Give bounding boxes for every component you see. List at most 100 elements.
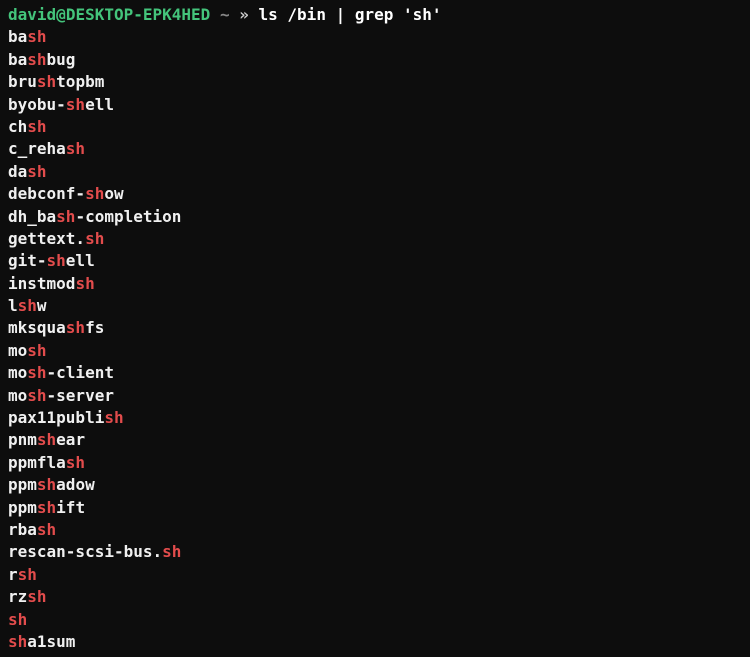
output-line: brushtopbm bbox=[8, 71, 742, 93]
grep-match: sh bbox=[27, 386, 46, 405]
output-text: mo bbox=[8, 363, 27, 382]
grep-match: sh bbox=[66, 95, 85, 114]
output-line: dh_bash-completion bbox=[8, 206, 742, 228]
output-text: byobu- bbox=[8, 95, 66, 114]
output-text: fs bbox=[85, 318, 104, 337]
output-text: ell bbox=[66, 251, 95, 270]
grep-match: sh bbox=[37, 72, 56, 91]
output-text: gettext. bbox=[8, 229, 85, 248]
output-text: ift bbox=[56, 498, 85, 517]
grep-match: sh bbox=[162, 542, 181, 561]
output-line: debconf-show bbox=[8, 183, 742, 205]
grep-match: sh bbox=[66, 139, 85, 158]
output-text: c_reha bbox=[8, 139, 66, 158]
output-line: rescan-scsi-bus.sh bbox=[8, 541, 742, 563]
grep-match: sh bbox=[27, 27, 46, 46]
output-line: pax11publish bbox=[8, 407, 742, 429]
terminal-output: bashbashbugbrushtopbmbyobu-shellchshc_re… bbox=[8, 26, 742, 653]
output-text: dh_ba bbox=[8, 207, 56, 226]
output-line: lshw bbox=[8, 295, 742, 317]
output-text: ppmfla bbox=[8, 453, 66, 472]
output-text: ear bbox=[56, 430, 85, 449]
output-line: pnmshear bbox=[8, 429, 742, 451]
grep-match: sh bbox=[8, 610, 27, 629]
prompt-line[interactable]: david@DESKTOP-EPK4HED ~ » ls /bin | grep… bbox=[8, 4, 742, 26]
prompt-path: ~ bbox=[220, 5, 230, 24]
output-text: git- bbox=[8, 251, 47, 270]
grep-match: sh bbox=[85, 184, 104, 203]
output-text: ch bbox=[8, 117, 27, 136]
output-line: rzsh bbox=[8, 586, 742, 608]
grep-match: sh bbox=[47, 251, 66, 270]
grep-match: sh bbox=[37, 520, 56, 539]
output-text: mo bbox=[8, 386, 27, 405]
output-line: gettext.sh bbox=[8, 228, 742, 250]
grep-match: sh bbox=[75, 274, 94, 293]
output-text: da bbox=[8, 162, 27, 181]
output-text: debconf- bbox=[8, 184, 85, 203]
output-text: ell bbox=[85, 95, 114, 114]
output-text: bug bbox=[47, 50, 76, 69]
output-text: pax11publi bbox=[8, 408, 104, 427]
output-line: sha1sum bbox=[8, 631, 742, 653]
grep-match: sh bbox=[56, 207, 75, 226]
output-text: mo bbox=[8, 341, 27, 360]
output-text: r bbox=[8, 565, 18, 584]
prompt-arrow: » bbox=[239, 5, 249, 24]
grep-match: sh bbox=[66, 318, 85, 337]
grep-match: sh bbox=[85, 229, 104, 248]
output-line: c_rehash bbox=[8, 138, 742, 160]
output-line: instmodsh bbox=[8, 273, 742, 295]
grep-match: sh bbox=[18, 565, 37, 584]
output-line: ppmshadow bbox=[8, 474, 742, 496]
grep-match: sh bbox=[66, 453, 85, 472]
grep-match: sh bbox=[27, 50, 46, 69]
output-text: rz bbox=[8, 587, 27, 606]
prompt-at: @ bbox=[56, 5, 66, 24]
grep-match: sh bbox=[37, 498, 56, 517]
grep-match: sh bbox=[104, 408, 123, 427]
output-line: mksquashfs bbox=[8, 317, 742, 339]
grep-match: sh bbox=[37, 430, 56, 449]
output-text: mksqua bbox=[8, 318, 66, 337]
output-line: dash bbox=[8, 161, 742, 183]
output-line: bash bbox=[8, 26, 742, 48]
output-text: instmod bbox=[8, 274, 75, 293]
output-text: pnm bbox=[8, 430, 37, 449]
output-line: chsh bbox=[8, 116, 742, 138]
output-text: ba bbox=[8, 27, 27, 46]
output-text: topbm bbox=[56, 72, 104, 91]
output-text: -client bbox=[47, 363, 114, 382]
prompt-command: ls /bin | grep 'sh' bbox=[259, 5, 442, 24]
output-line: rbash bbox=[8, 519, 742, 541]
output-text: a1sum bbox=[27, 632, 75, 651]
output-line: byobu-shell bbox=[8, 94, 742, 116]
output-text: rescan-scsi-bus. bbox=[8, 542, 162, 561]
output-text: adow bbox=[56, 475, 95, 494]
grep-match: sh bbox=[27, 341, 46, 360]
output-line: mosh-server bbox=[8, 385, 742, 407]
grep-match: sh bbox=[27, 117, 46, 136]
prompt-host: DESKTOP-EPK4HED bbox=[66, 5, 211, 24]
output-text: rba bbox=[8, 520, 37, 539]
output-line: ppmshift bbox=[8, 497, 742, 519]
output-text: l bbox=[8, 296, 18, 315]
output-text: ppm bbox=[8, 475, 37, 494]
output-line: sh bbox=[8, 609, 742, 631]
output-text: ba bbox=[8, 50, 27, 69]
output-text: -completion bbox=[75, 207, 181, 226]
output-line: bashbug bbox=[8, 49, 742, 71]
output-text: -server bbox=[47, 386, 114, 405]
output-line: rsh bbox=[8, 564, 742, 586]
prompt-user: david bbox=[8, 5, 56, 24]
grep-match: sh bbox=[8, 632, 27, 651]
grep-match: sh bbox=[27, 587, 46, 606]
output-text: ppm bbox=[8, 498, 37, 517]
output-text: ow bbox=[104, 184, 123, 203]
grep-match: sh bbox=[18, 296, 37, 315]
grep-match: sh bbox=[27, 162, 46, 181]
output-line: mosh bbox=[8, 340, 742, 362]
grep-match: sh bbox=[27, 363, 46, 382]
grep-match: sh bbox=[37, 475, 56, 494]
output-text: bru bbox=[8, 72, 37, 91]
